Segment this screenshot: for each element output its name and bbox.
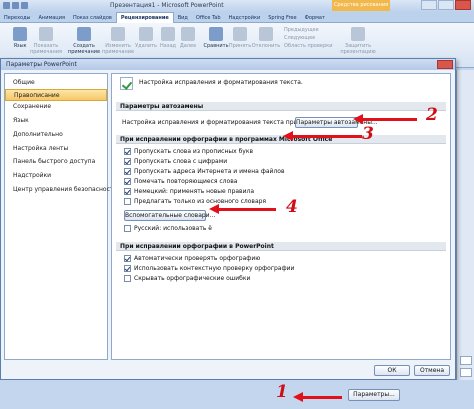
checkbox[interactable] [124,168,131,175]
check-main-dictionary-only[interactable]: Предлагать только из основного словаря [124,198,266,207]
check-contextual-spelling[interactable]: Использовать контекстную проверку орфогр… [124,265,294,274]
checkbox[interactable] [124,225,131,232]
proofing-check-icon [120,77,133,90]
undo-icon[interactable] [12,2,19,9]
slide-thumbnail[interactable] [460,368,472,377]
dialog-title: Параметры PowerPoint [1,59,455,70]
tab-review[interactable]: Рецензирование [115,12,174,23]
check-hide-errors[interactable]: Скрывать орфографические ошибки [124,275,250,284]
nav-item-proofing[interactable]: Правописание [5,89,107,101]
annotation-number-3: 3 [362,124,374,144]
slide-thumbnails [456,70,474,380]
app-title: Презентация1 - Microsoft PowerPoint [110,2,224,9]
check-ignore-numbers[interactable]: Пропускать слова с цифрами [124,158,227,167]
comments-icon [39,27,53,41]
checkbox[interactable] [124,198,131,205]
nav-item-save[interactable]: Сохранение [5,101,107,113]
protect-icon [351,27,365,41]
nav-item-quick-access[interactable]: Панель быстрого доступа [5,156,107,168]
previous-item[interactable]: Предыдущее [284,26,319,34]
ok-button[interactable]: ОК [374,365,410,376]
check-flag-repeated[interactable]: Помечать повторяющиеся слова [124,178,237,187]
check-russian-yo[interactable]: Русский: использовать ё [124,225,212,234]
checkbox[interactable] [124,188,131,195]
arrow-1 [293,392,342,402]
custom-dictionaries-button[interactable]: Вспомогательные словари... [124,210,215,221]
arrow-3 [283,131,362,141]
checkbox[interactable] [124,178,131,185]
close-icon[interactable] [455,0,471,10]
accept-icon [233,27,247,41]
check-auto-spelling[interactable]: Автоматически проверять орфографию [124,255,260,264]
minimize-icon[interactable] [421,0,437,10]
office-menu-footer [0,380,474,409]
new-comment-icon [77,27,91,41]
quick-access-toolbar[interactable] [2,1,30,11]
options-nav: Общие Правописание Сохранение Язык Допол… [4,73,122,360]
arrow-4 [209,204,276,214]
annotation-number-2: 2 [426,105,438,125]
arrow-2 [353,114,417,124]
nav-item-trust-center[interactable]: Центр управления безопасностью [5,184,122,196]
ribbon-tabs: Переходы Анимация Показ слайдов Рецензирова… [0,12,474,23]
context-tab-drawing-tools[interactable]: Средства рисования [332,0,390,11]
checkbox[interactable] [124,148,131,155]
annotation-number-4: 4 [286,197,298,217]
options-button[interactable]: Параметры... [348,389,400,401]
cancel-button[interactable]: Отмена [414,365,450,376]
next-item[interactable]: Следующее [284,34,315,42]
checkbox[interactable] [124,275,131,282]
save-icon[interactable] [3,2,10,9]
nav-item-customize-ribbon[interactable]: Настройка ленты [5,143,107,155]
nav-item-addins[interactable]: Надстройки [5,170,107,182]
panel-header: Настройка исправления и форматирования т… [139,79,303,86]
checkbox[interactable] [124,158,131,165]
redo-icon[interactable] [21,2,28,9]
review-pane-item[interactable]: Область проверки [284,42,332,50]
check-german-rules[interactable]: Немецкий: применять новые правила [124,188,254,197]
checkbox[interactable] [124,265,131,272]
compare-icon [209,27,223,41]
section-office-spelling: При исправлении орфографии в программах … [116,135,446,144]
annotation-number-1: 1 [276,382,288,402]
check-ignore-urls[interactable]: Пропускать адреса Интернета и имена файл… [124,168,285,177]
options-dialog: Параметры PowerPoint Общие Правописание … [0,58,456,380]
window-controls [420,0,474,11]
reject-icon [259,27,273,41]
language-icon [13,27,27,41]
title-bar [0,0,474,12]
maximize-icon[interactable] [438,0,454,10]
checkbox[interactable] [124,255,131,262]
nav-item-general[interactable]: Общие [5,77,107,89]
nav-item-advanced[interactable]: Дополнительно [5,129,107,141]
slide-thumbnail[interactable] [460,356,472,365]
autocorrect-options-button[interactable]: Параметры автозамены... [295,117,378,128]
section-autocorrect: Параметры автозамены [116,102,446,111]
options-panel: Настройка исправления и форматирования т… [111,73,451,360]
edit-comment-icon [111,27,125,41]
check-ignore-uppercase[interactable]: Пропускать слова из прописных букв [124,148,253,157]
autocorrect-label: Настройка исправления и форматирования т… [122,119,320,126]
next-icon [181,27,195,41]
dialog-close-icon[interactable] [437,60,453,69]
section-ppt-spelling: При исправлении орфографии в PowerPoint [116,242,446,251]
nav-item-language[interactable]: Язык [5,115,107,127]
